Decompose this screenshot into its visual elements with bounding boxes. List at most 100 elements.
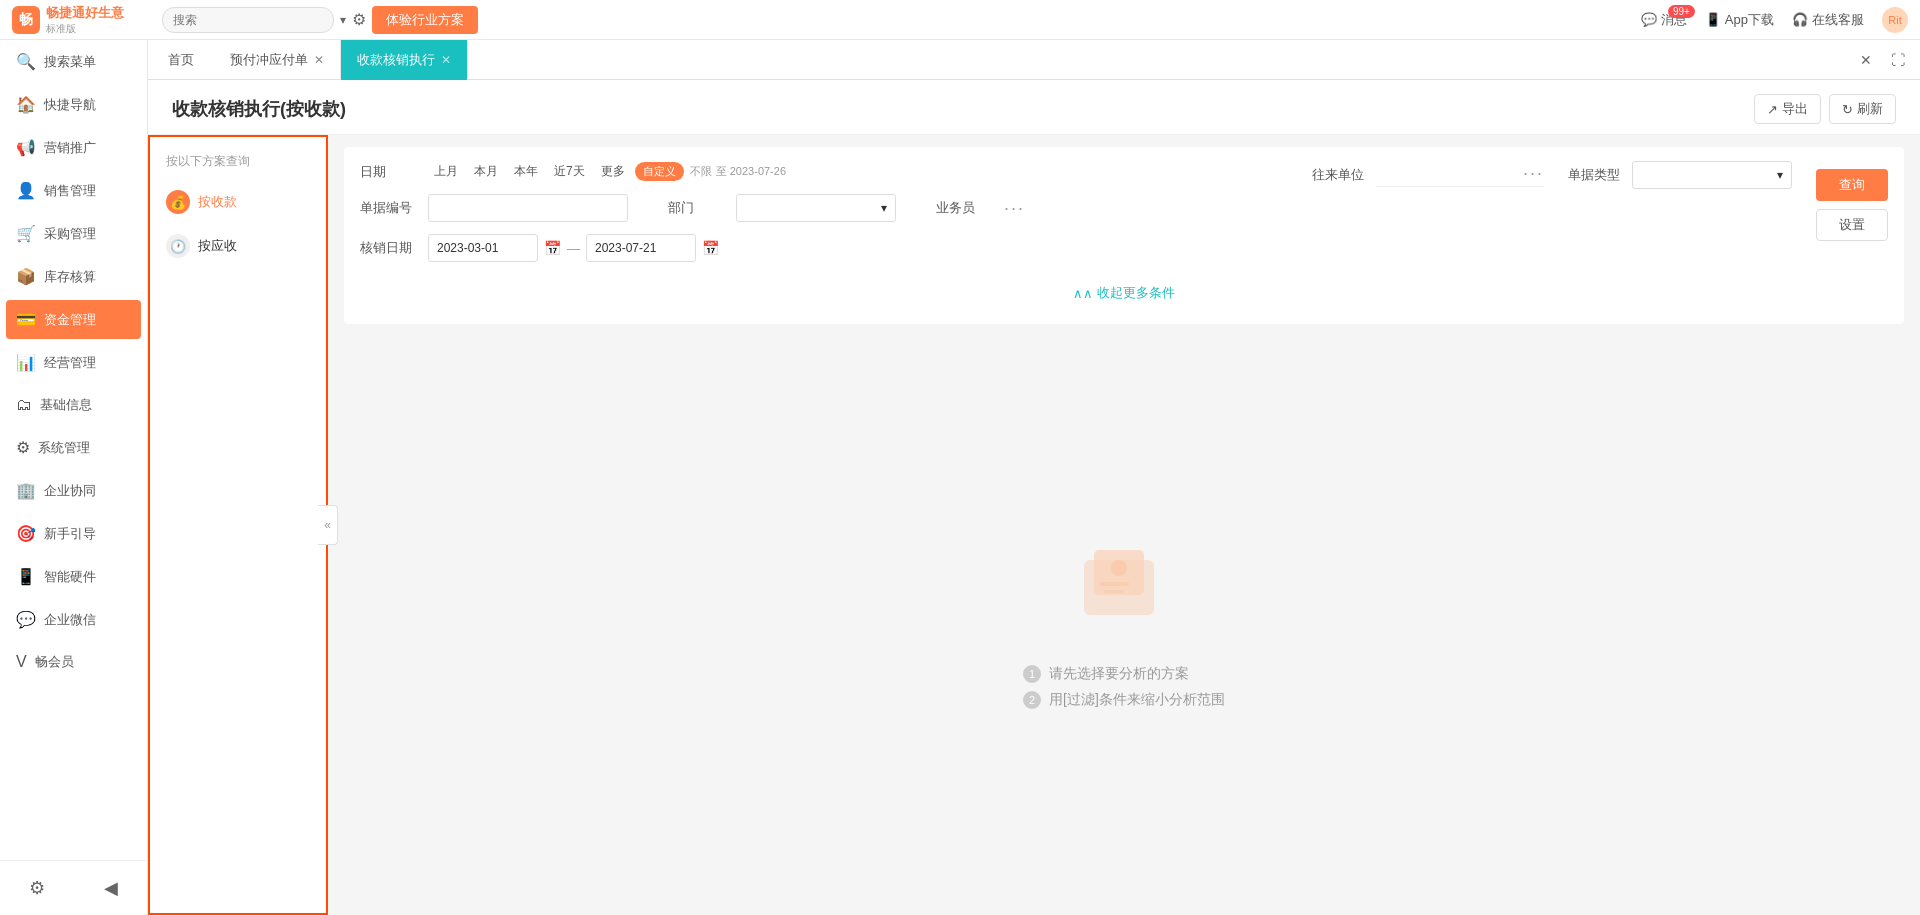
sidebar-settings-button[interactable]: ⚙: [21, 869, 53, 907]
page-header: 收款核销执行(按收款) ↗ 导出 ↻ 刷新: [148, 80, 1920, 135]
page-title: 收款核销执行(按收款): [172, 97, 346, 121]
logo-icon: 畅: [12, 6, 40, 34]
industry-solution-button[interactable]: 体验行业方案: [372, 6, 478, 34]
tab-maximize-button[interactable]: ⛶: [1884, 46, 1912, 74]
app-download-button[interactable]: 📱 App下载: [1705, 11, 1774, 29]
sidebar-item-wechat[interactable]: 💬 企业微信: [0, 598, 147, 641]
this-month-shortcut[interactable]: 本月: [468, 161, 504, 182]
page-header-actions: ↗ 导出 ↻ 刷新: [1754, 94, 1896, 124]
sidebar-item-basic[interactable]: 🗂 基础信息: [0, 384, 147, 426]
message-icon: 💬: [1641, 12, 1657, 27]
receipt-icon: 💰: [166, 190, 190, 214]
settings-icon[interactable]: ⚙: [346, 7, 372, 33]
finance-icon: 💳: [16, 310, 36, 329]
date-shortcuts: 上月 本月 本年 近7天 更多 自定义 不限 至 2023-07-26: [428, 161, 786, 182]
content-area: 首页 预付冲应付单 ✕ 收款核销执行 ✕ ✕ ⛶ 收款核销执行(按收款) ↗ 导…: [148, 40, 1920, 915]
purchase-icon: 🛒: [16, 224, 36, 243]
empty-tips: 1 请先选择要分析的方案 2 用[过滤]条件来缩小分析范围: [1023, 665, 1225, 709]
sidebar-item-marketing[interactable]: 📢 营销推广: [0, 126, 147, 169]
dept-label: 部门: [668, 199, 720, 217]
basic-icon: 🗂: [16, 396, 32, 414]
app-logo: 畅 畅捷通好生意 标准版: [12, 4, 152, 36]
settings-button[interactable]: 设置: [1816, 209, 1888, 241]
sidebar-item-system[interactable]: ⚙ 系统管理: [0, 426, 147, 469]
sidebar-item-operation[interactable]: 📊 经营管理: [0, 341, 147, 384]
filter-option-by-receipt[interactable]: 💰 按收款: [150, 180, 326, 224]
marketing-icon: 📢: [16, 138, 36, 157]
tip-number-1: 1: [1023, 665, 1041, 683]
online-service-button[interactable]: 🎧 在线客服: [1792, 11, 1864, 29]
more-shortcut[interactable]: 更多: [595, 161, 631, 182]
svg-point-2: [1111, 560, 1127, 576]
sidebar-item-hardware[interactable]: 📱 智能硬件: [0, 555, 147, 598]
bill-type-select[interactable]: ▾: [1632, 161, 1792, 189]
sidebar-item-inventory[interactable]: 📦 库存核算: [0, 255, 147, 298]
custom-shortcut[interactable]: 自定义: [635, 162, 684, 181]
system-icon: ⚙: [16, 438, 30, 457]
sidebar-item-purchase[interactable]: 🛒 采购管理: [0, 212, 147, 255]
date-label: 日期: [360, 163, 412, 181]
collapse-conditions-button[interactable]: ∧∧ 收起更多条件: [1073, 276, 1175, 310]
staff-label: 业务员: [936, 199, 988, 217]
app-download-icon: 📱: [1705, 12, 1721, 27]
refresh-button[interactable]: ↻ 刷新: [1829, 94, 1896, 124]
export-icon: ↗: [1767, 102, 1778, 117]
filter-option-by-receivable[interactable]: 🕐 按应收: [150, 224, 326, 268]
tab-close-collect[interactable]: ✕: [441, 53, 451, 67]
sidebar-item-search[interactable]: 🔍 搜索菜单: [0, 40, 147, 83]
writeoff-date-start-input[interactable]: [428, 234, 538, 262]
tab-close-all-button[interactable]: ✕: [1852, 46, 1880, 74]
empty-state: 1 请先选择要分析的方案 2 用[过滤]条件来缩小分析范围: [328, 324, 1920, 915]
last-7days-shortcut[interactable]: 近7天: [548, 161, 591, 182]
filter-panel-toggle[interactable]: «: [318, 505, 338, 545]
query-form: 日期 上月 本月 本年 近7天 更多 自定义 不限 至 2023-07-26: [344, 147, 1904, 324]
tab-home[interactable]: 首页: [148, 51, 214, 69]
staff-dots-button[interactable]: ···: [1004, 198, 1025, 219]
app-brand-name: 畅捷通好生意 标准版: [46, 4, 124, 36]
guide-icon: 🎯: [16, 524, 36, 543]
writeoff-date-end-calendar-icon[interactable]: 📅: [702, 240, 719, 256]
bill-no-input[interactable]: [428, 194, 628, 222]
filter-panel-title: 按以下方案查询: [150, 149, 326, 180]
bill-no-label: 单据编号: [360, 199, 412, 217]
writeoff-date-start-calendar-icon[interactable]: 📅: [544, 240, 561, 256]
tab-close-prepay[interactable]: ✕: [314, 53, 324, 67]
refresh-icon: ↻: [1842, 102, 1853, 117]
sidebar-item-sales[interactable]: 👤 销售管理: [0, 169, 147, 212]
sidebar: 🔍 搜索菜单 🏠 快捷导航 📢 营销推广 👤 销售管理 🛒 采购管理 📦 库存核…: [0, 40, 148, 915]
sidebar-item-finance[interactable]: 💳 资金管理: [6, 300, 141, 339]
filter-panel: 按以下方案查询 💰 按收款 🕐 按应收 «: [148, 135, 328, 915]
headset-icon: 🎧: [1792, 12, 1808, 27]
topbar-right: 💬 消息 99+ 📱 App下载 🎧 在线客服 Rit: [1641, 7, 1908, 33]
sidebar-item-vip[interactable]: V 畅会员: [0, 641, 147, 683]
lightning-icon: 🏠: [16, 95, 36, 114]
tab-collect[interactable]: 收款核销执行 ✕: [341, 40, 468, 80]
sidebar-collapse-button[interactable]: ◀: [96, 869, 126, 907]
sidebar-item-cooperation[interactable]: 🏢 企业协同: [0, 469, 147, 512]
sidebar-item-shortcut[interactable]: 🏠 快捷导航: [0, 83, 147, 126]
query-button[interactable]: 查询: [1816, 169, 1888, 201]
bill-type-dropdown-icon: ▾: [1777, 168, 1783, 182]
bill-type-label: 单据类型: [1568, 166, 1620, 184]
tab-prepay[interactable]: 预付冲应付单 ✕: [214, 40, 341, 80]
tab-bar: 首页 预付冲应付单 ✕ 收款核销执行 ✕ ✕ ⛶: [148, 40, 1920, 80]
writeoff-date-group: 📅 — 📅: [428, 234, 719, 262]
empty-tip-1: 1 请先选择要分析的方案: [1023, 665, 1225, 683]
search-input[interactable]: [162, 7, 334, 33]
this-year-shortcut[interactable]: 本年: [508, 161, 544, 182]
writeoff-date-end-input[interactable]: [586, 234, 696, 262]
receivable-icon: 🕐: [166, 234, 190, 258]
wechat-icon: 💬: [16, 610, 36, 629]
user-avatar[interactable]: Rit: [1882, 7, 1908, 33]
dept-dropdown-icon: ▾: [881, 201, 887, 215]
dept-select[interactable]: ▾: [736, 194, 896, 222]
counterpart-dots-button[interactable]: ···: [1376, 163, 1544, 187]
svg-rect-3: [1099, 582, 1129, 586]
last-month-shortcut[interactable]: 上月: [428, 161, 464, 182]
vip-icon: V: [16, 653, 27, 671]
message-button[interactable]: 💬 消息 99+: [1641, 11, 1687, 29]
writeoff-date-label: 核销日期: [360, 239, 412, 257]
sidebar-item-guide[interactable]: 🎯 新手引导: [0, 512, 147, 555]
date-no-limit-label: 不限: [690, 164, 712, 179]
export-button[interactable]: ↗ 导出: [1754, 94, 1821, 124]
